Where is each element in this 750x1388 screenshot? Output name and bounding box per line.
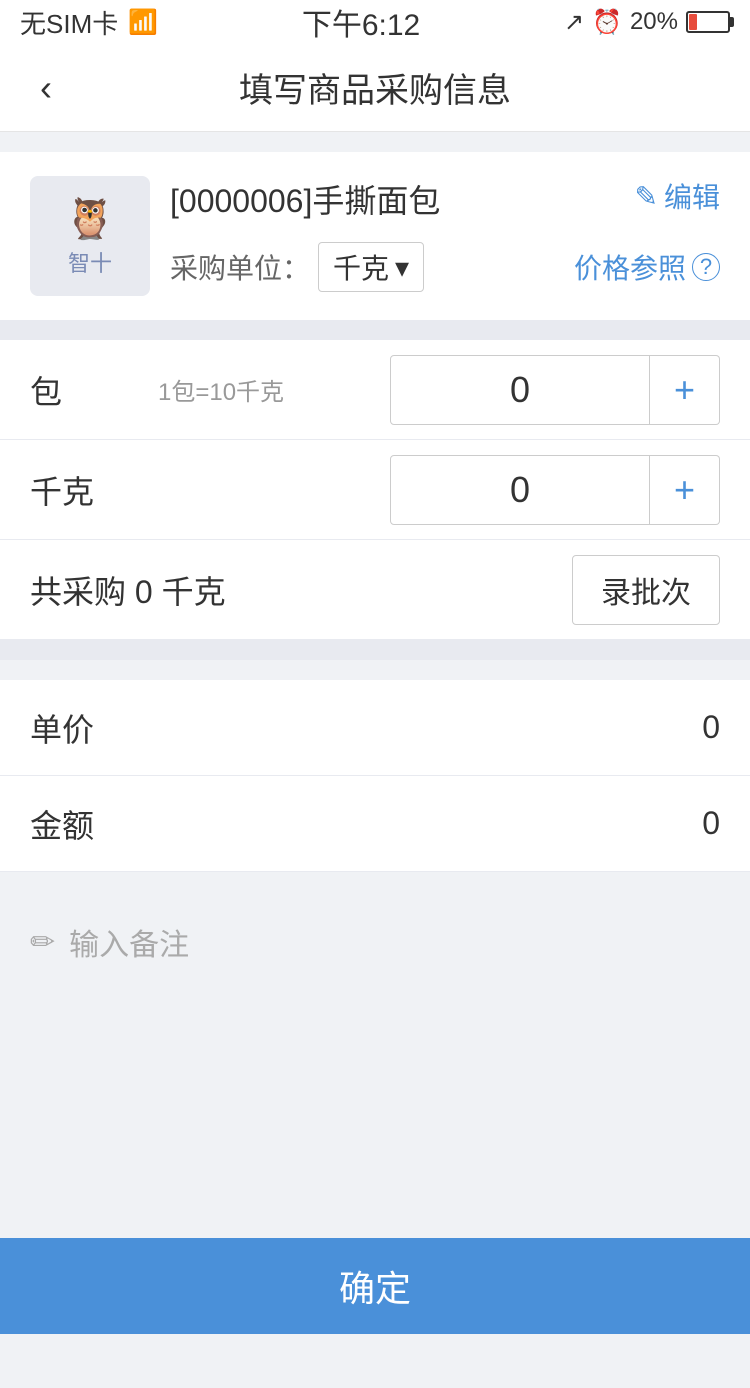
confirm-button[interactable]: 确定 bbox=[0, 1238, 750, 1334]
status-time: 下午6:12 bbox=[302, 0, 420, 44]
unit-value: 千克 bbox=[333, 247, 389, 287]
kg-qty-control: + bbox=[390, 455, 720, 525]
wifi-icon: 📶 bbox=[128, 8, 158, 37]
back-button[interactable]: ‹ bbox=[30, 57, 62, 119]
batch-button[interactable]: 录批次 bbox=[572, 555, 720, 625]
summary-text: 共采购 0 千克 bbox=[30, 567, 226, 613]
price-ref-button[interactable]: 价格参照 ? bbox=[574, 247, 720, 287]
bag-qty-control: + bbox=[390, 355, 720, 425]
confirm-label: 确定 bbox=[339, 1260, 411, 1312]
amount-row: 金额 0 bbox=[0, 776, 750, 872]
amount-label: 金额 bbox=[30, 801, 94, 847]
page-title: 填写商品采购信息 bbox=[239, 63, 511, 112]
summary-unit-val: 千克 bbox=[162, 574, 226, 610]
status-left: 无SIM卡 📶 bbox=[20, 4, 158, 41]
pencil-icon: ✏ bbox=[30, 925, 55, 960]
alarm-icon: ⏰ bbox=[592, 8, 622, 37]
battery-percent: 20% bbox=[630, 8, 678, 36]
input-section: 包 1包=10千克 + 千克 + bbox=[0, 340, 750, 540]
amount-value: 0 bbox=[702, 805, 720, 842]
edit-label: 编辑 bbox=[664, 176, 720, 216]
nav-bar: ‹ 填写商品采购信息 bbox=[0, 44, 750, 132]
unit-price-value: 0 bbox=[702, 709, 720, 746]
carrier-text: 无SIM卡 bbox=[20, 4, 118, 41]
unit-price-row: 单价 0 bbox=[0, 680, 750, 776]
bag-label: 包 bbox=[30, 367, 150, 413]
dropdown-arrow: ▾ bbox=[395, 251, 409, 284]
divider-1 bbox=[0, 320, 750, 340]
product-logo: 🦉 智十 bbox=[65, 195, 115, 278]
notes-placeholder[interactable]: ✏ 输入备注 bbox=[30, 920, 720, 964]
price-section: 单价 0 金额 0 bbox=[0, 680, 750, 872]
battery-icon bbox=[686, 11, 730, 33]
bag-qty-input[interactable] bbox=[390, 355, 650, 425]
price-ref-label: 价格参照 bbox=[574, 247, 686, 287]
unit-price-label: 单价 bbox=[30, 705, 94, 751]
price-ref-icon: ? bbox=[692, 253, 720, 281]
summary-label: 共采购 bbox=[30, 574, 126, 610]
notes-section[interactable]: ✏ 输入备注 bbox=[0, 892, 750, 1292]
kg-qty-input[interactable] bbox=[390, 455, 650, 525]
unit-dropdown[interactable]: 千克 ▾ bbox=[318, 242, 424, 292]
status-bar: 无SIM卡 📶 下午6:12 ↗ ⏰ 20% bbox=[0, 0, 750, 44]
unit-label: 采购单位： bbox=[170, 247, 310, 287]
product-name: [0000006]手撕面包 bbox=[170, 176, 635, 222]
summary-amount-val: 0 bbox=[135, 574, 153, 610]
product-info: [0000006]手撕面包 ✎ 编辑 采购单位： 千克 ▾ 价格参照 ? bbox=[170, 176, 720, 292]
edit-icon: ✎ bbox=[635, 180, 658, 213]
product-header: [0000006]手撕面包 ✎ 编辑 bbox=[170, 176, 720, 222]
kg-plus-button[interactable]: + bbox=[650, 455, 720, 525]
notes-placeholder-text: 输入备注 bbox=[69, 920, 189, 964]
product-card: 🦉 智十 [0000006]手撕面包 ✎ 编辑 采购单位： 千克 ▾ 价格参照 … bbox=[0, 152, 750, 320]
bag-plus-button[interactable]: + bbox=[650, 355, 720, 425]
kg-input-row: 千克 + bbox=[0, 440, 750, 540]
status-right: ↗ ⏰ 20% bbox=[564, 8, 730, 37]
summary-row: 共采购 0 千克 录批次 bbox=[0, 540, 750, 640]
location-icon: ↗ bbox=[564, 8, 584, 37]
product-unit-row: 采购单位： 千克 ▾ 价格参照 ? bbox=[170, 242, 720, 292]
edit-button[interactable]: ✎ 编辑 bbox=[635, 176, 720, 216]
bag-sublabel: 1包=10千克 bbox=[158, 372, 284, 407]
kg-label: 千克 bbox=[30, 467, 150, 513]
divider-2 bbox=[0, 640, 750, 660]
unit-selector-row: 采购单位： 千克 ▾ bbox=[170, 242, 424, 292]
battery-fill bbox=[689, 14, 697, 30]
bag-input-row: 包 1包=10千克 + bbox=[0, 340, 750, 440]
product-image: 🦉 智十 bbox=[30, 176, 150, 296]
